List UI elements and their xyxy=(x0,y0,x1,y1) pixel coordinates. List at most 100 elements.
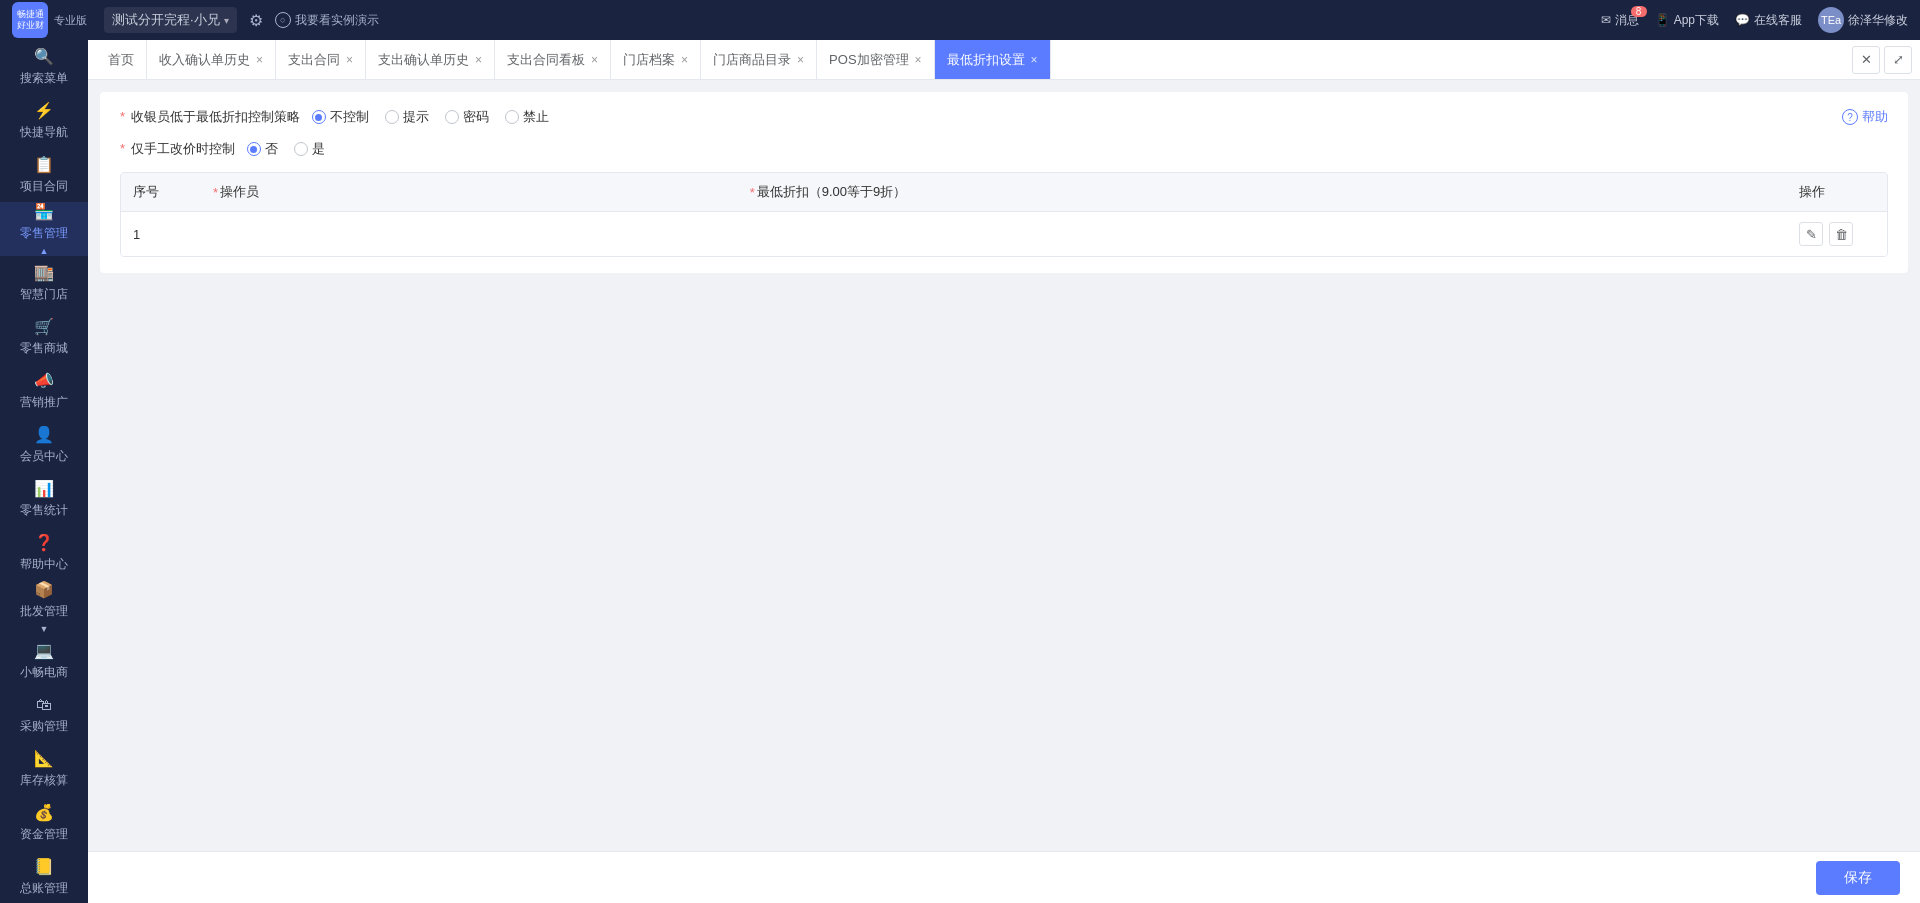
tab-expense-confirm-history[interactable]: 支出确认单历史 × xyxy=(366,40,495,80)
discount-table: 序号 * 操作员 * 最低折扣（9.00等于9折） 操作 xyxy=(120,172,1888,257)
main-body: 🔍 搜索菜单 ⚡ 快捷导航 📋 项目合同 🏪 零售管理 ▲ 🏬 智慧门店 � xyxy=(0,40,1920,903)
tab-label: 支出合同 xyxy=(288,51,340,69)
td-operator[interactable] xyxy=(201,226,738,242)
radio-yes[interactable]: 是 xyxy=(294,140,325,158)
sidebar-item-ledger[interactable]: 📒 总账管理 xyxy=(0,850,88,903)
demo-link[interactable]: ○ 我要看实例演示 xyxy=(275,12,379,29)
tab-min-discount[interactable]: 最低折扣设置 × xyxy=(935,40,1051,80)
radio-no-control[interactable]: 不控制 xyxy=(312,108,369,126)
td-min-discount[interactable] xyxy=(738,226,1787,242)
online-service-button[interactable]: 💬 在线客服 xyxy=(1735,12,1802,29)
tab-close-icon[interactable]: × xyxy=(591,53,598,67)
td-action: ✎ 🗑 xyxy=(1787,214,1887,254)
tab-label: 门店档案 xyxy=(623,51,675,69)
project-selector[interactable]: 测试分开完程·小兄 ▾ xyxy=(104,7,237,33)
radio-circle-no-control xyxy=(312,110,326,124)
retail-stat-icon: 📊 xyxy=(34,479,54,498)
sidebar-item-online-store[interactable]: 🛒 零售商城 xyxy=(0,310,88,364)
version-label: 专业版 xyxy=(54,13,87,28)
save-button[interactable]: 保存 xyxy=(1816,861,1900,895)
sidebar-item-retail[interactable]: 🏪 零售管理 ▲ xyxy=(0,202,88,256)
sidebar-item-retail-stat[interactable]: 📊 零售统计 xyxy=(0,472,88,526)
sidebar-item-label: 项目合同 xyxy=(20,178,68,195)
purchase-icon: 🛍 xyxy=(36,696,52,714)
project-name: 测试分开完程·小兄 xyxy=(112,11,220,29)
sidebar-item-member[interactable]: 👤 会员中心 xyxy=(0,418,88,472)
sidebar-item-label: 零售管理 xyxy=(20,225,68,242)
th-operator: * 操作员 xyxy=(201,173,738,211)
sidebar-item-label: 采购管理 xyxy=(20,718,68,735)
table-header: 序号 * 操作员 * 最低折扣（9.00等于9折） 操作 xyxy=(121,173,1887,212)
tab-store-product-catalog[interactable]: 门店商品目录 × xyxy=(701,40,817,80)
help-button[interactable]: ? 帮助 xyxy=(1842,108,1888,126)
app-download-icon: 📱 xyxy=(1655,13,1670,27)
settings-icon[interactable]: ⚙ xyxy=(249,11,263,30)
tab-close-icon[interactable]: × xyxy=(797,53,804,67)
tab-close-icon[interactable]: × xyxy=(256,53,263,67)
sidebar-item-search[interactable]: 🔍 搜索菜单 xyxy=(0,40,88,94)
radio-circle-forbid xyxy=(505,110,519,124)
sidebar-item-ecommerce[interactable]: 💻 小畅电商 xyxy=(0,634,88,688)
sidebar-item-label: 搜索菜单 xyxy=(20,70,68,87)
user-menu[interactable]: TEa 徐泽华修改 xyxy=(1818,7,1908,33)
sidebar-item-help[interactable]: ❓ 帮助中心 xyxy=(0,526,88,580)
sidebar-item-label: 总账管理 xyxy=(20,880,68,897)
sidebar-item-shortcut[interactable]: ⚡ 快捷导航 xyxy=(0,94,88,148)
sidebar-item-marketing[interactable]: 📣 营销推广 xyxy=(0,364,88,418)
tab-pos-password[interactable]: POS加密管理 × xyxy=(817,40,934,80)
tab-close-icon[interactable]: × xyxy=(681,53,688,67)
radio-circle-no xyxy=(247,142,261,156)
sidebar-item-label: 库存核算 xyxy=(20,772,68,789)
sidebar-item-capital[interactable]: 💰 资金管理 xyxy=(0,796,88,850)
delete-button[interactable]: 🗑 xyxy=(1829,222,1853,246)
table-body: 1 ✎ xyxy=(121,212,1887,256)
tab-close-icon[interactable]: × xyxy=(915,53,922,67)
message-badge: 8 xyxy=(1631,6,1647,17)
sidebar-item-label: 帮助中心 xyxy=(20,556,68,573)
strategy-label: * 收银员低于最低折扣控制策略 xyxy=(120,108,300,126)
online-service-label: 在线客服 xyxy=(1754,12,1802,29)
tab-expense-contract-board[interactable]: 支出合同看板 × xyxy=(495,40,611,80)
tab-close-icon[interactable]: × xyxy=(346,53,353,67)
radio-password[interactable]: 密码 xyxy=(445,108,489,126)
sidebar-item-smart-store[interactable]: 🏬 智慧门店 xyxy=(0,256,88,310)
help-circle-icon: ? xyxy=(1842,109,1858,125)
radio-forbid[interactable]: 禁止 xyxy=(505,108,549,126)
tab-expand-button[interactable]: ⤢ xyxy=(1884,46,1912,74)
tab-bar: 首页 收入确认单历史 × 支出合同 × 支出确认单历史 × 支出合同看板 × xyxy=(88,40,1920,80)
radio-prompt[interactable]: 提示 xyxy=(385,108,429,126)
sidebar-item-purchase[interactable]: 🛍 采购管理 xyxy=(0,688,88,742)
form-row-manual-control: * 仅手工改价时控制 否 是 xyxy=(120,140,1888,158)
message-icon: ✉ xyxy=(1601,13,1611,27)
sidebar-item-project[interactable]: 📋 项目合同 xyxy=(0,148,88,202)
sub-arrow-icon: ▲ xyxy=(40,246,49,256)
sidebar: 🔍 搜索菜单 ⚡ 快捷导航 📋 项目合同 🏪 零售管理 ▲ 🏬 智慧门店 � xyxy=(0,40,88,903)
sidebar-item-inventory[interactable]: 📐 库存核算 xyxy=(0,742,88,796)
manual-control-radio-group: 否 是 xyxy=(247,140,325,158)
strategy-radio-group: 不控制 提示 密码 禁 xyxy=(312,108,549,126)
th-min-discount: * 最低折扣（9.00等于9折） xyxy=(738,173,1787,211)
message-button[interactable]: ✉ 消息 8 xyxy=(1601,12,1639,29)
tab-label: 支出确认单历史 xyxy=(378,51,469,69)
top-right-area: ✉ 消息 8 📱 App下载 💬 在线客服 TEa 徐泽华修改 xyxy=(1601,7,1908,33)
form-row-strategy: * 收银员低于最低折扣控制策略 不控制 提示 xyxy=(120,108,1888,126)
delete-icon: 🗑 xyxy=(1835,227,1848,242)
tab-home[interactable]: 首页 xyxy=(96,40,147,80)
ecommerce-icon: 💻 xyxy=(34,641,54,660)
app-download-button[interactable]: 📱 App下载 xyxy=(1655,12,1719,29)
radio-no[interactable]: 否 xyxy=(247,140,278,158)
sidebar-item-wholesale[interactable]: 📦 批发管理 ▼ xyxy=(0,580,88,634)
tab-label: 门店商品目录 xyxy=(713,51,791,69)
td-seq: 1 xyxy=(121,219,201,250)
edit-button[interactable]: ✎ xyxy=(1799,222,1823,246)
app-download-label: App下载 xyxy=(1674,12,1719,29)
project-icon: 📋 xyxy=(34,155,54,174)
tab-close-icon[interactable]: × xyxy=(1031,53,1038,67)
tab-income-history[interactable]: 收入确认单历史 × xyxy=(147,40,276,80)
demo-circle-icon: ○ xyxy=(275,12,291,28)
tab-close-icon[interactable]: × xyxy=(475,53,482,67)
tab-expense-contract[interactable]: 支出合同 × xyxy=(276,40,366,80)
tab-store-file[interactable]: 门店档案 × xyxy=(611,40,701,80)
radio-circle-password xyxy=(445,110,459,124)
tab-close-all-button[interactable]: ✕ xyxy=(1852,46,1880,74)
